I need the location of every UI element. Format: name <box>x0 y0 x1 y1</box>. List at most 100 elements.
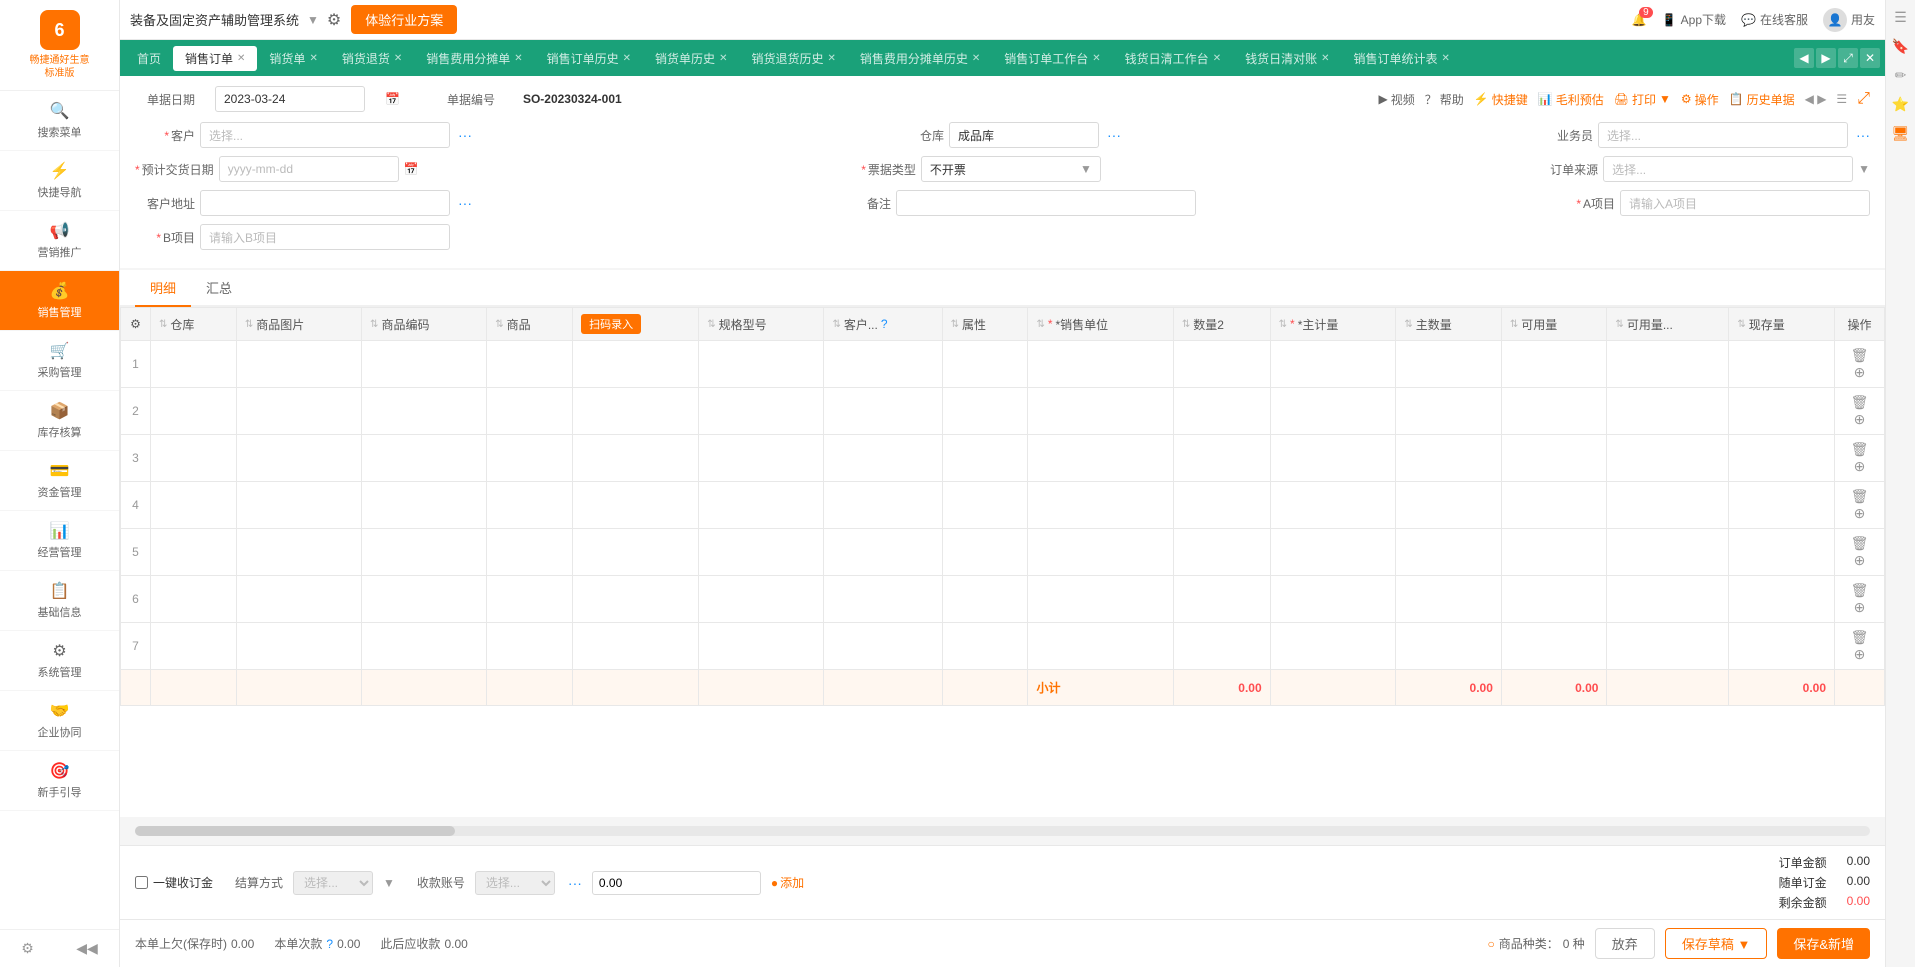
print-action[interactable]: 🖨 打印 ▼ <box>1614 91 1671 108</box>
row-copy-btn[interactable]: ⊕ <box>1851 646 1869 663</box>
history-action[interactable]: 📋 历史单据 <box>1729 91 1795 108</box>
row-code[interactable] <box>362 623 487 670</box>
a-project-field[interactable]: 请输入A项目 <box>1620 190 1870 216</box>
tab-shipment-history[interactable]: 销货单历史 ✕ <box>643 46 739 71</box>
row-code[interactable] <box>362 435 487 482</box>
tab-home[interactable]: 首页 <box>125 46 173 71</box>
tab-sales-expense[interactable]: 销售费用分摊单 ✕ <box>414 46 534 71</box>
tab-prev-btn[interactable]: ◀ <box>1794 48 1814 68</box>
row-main-qty[interactable] <box>1396 435 1502 482</box>
row-copy-btn[interactable]: ⊕ <box>1851 552 1869 569</box>
sidebar-item-system[interactable]: ⚙ 系统管理 <box>0 631 119 691</box>
row-image[interactable] <box>236 576 361 623</box>
scrollbar-thumb[interactable] <box>135 826 455 836</box>
order-source-dropdown[interactable]: ▼ <box>1858 162 1870 176</box>
view-action[interactable]: ▶ 视频 <box>1379 91 1415 108</box>
row-warehouse[interactable] <box>151 341 237 388</box>
row-image[interactable] <box>236 435 361 482</box>
row-code[interactable] <box>362 576 487 623</box>
customer-more-btn[interactable]: ··· <box>458 127 472 143</box>
row-unit[interactable] <box>1028 388 1173 435</box>
save-draft-dropdown-icon[interactable]: ▼ <box>1737 937 1750 952</box>
row-customer-code[interactable] <box>824 623 942 670</box>
tab-sales-report-close[interactable]: ✕ <box>1442 53 1450 64</box>
add-deposit-btn[interactable]: ● 添加 <box>771 874 804 891</box>
b-project-field[interactable]: 请输入B项目 <box>200 224 450 250</box>
delivery-field[interactable]: yyyy-mm-dd <box>219 156 399 182</box>
right-panel-btn-4[interactable]: ⭐ <box>1889 92 1913 116</box>
tab-daily-reconcile-close[interactable]: ✕ <box>1321 53 1329 64</box>
tab-close-all-btn[interactable]: ✕ <box>1860 48 1880 68</box>
sort-icon[interactable]: ⇅ <box>1279 319 1287 330</box>
row-customer-code[interactable] <box>824 529 942 576</box>
row-spec[interactable] <box>699 341 824 388</box>
row-product[interactable] <box>487 435 573 482</box>
row-main-unit[interactable] <box>1270 435 1396 482</box>
tab-order-workbench-close[interactable]: ✕ <box>1092 53 1100 64</box>
tab-expand-btn[interactable]: ⤢ <box>1838 48 1858 68</box>
row-warehouse[interactable] <box>151 529 237 576</box>
sort-icon[interactable]: ⇅ <box>951 319 959 330</box>
row-main-qty[interactable] <box>1396 388 1502 435</box>
sidebar-item-operations[interactable]: 📊 经营管理 <box>0 511 119 571</box>
row-qty2[interactable] <box>1173 435 1270 482</box>
row-delete-btn[interactable]: 🗑 <box>1848 629 1872 646</box>
warehouse-more-btn[interactable]: ··· <box>1107 127 1121 143</box>
row-main-qty[interactable] <box>1396 341 1502 388</box>
row-code[interactable] <box>362 529 487 576</box>
nav-arrows[interactable]: ◀ ▶ <box>1805 92 1827 106</box>
sidebar-item-search[interactable]: 🔍 搜索菜单 <box>0 91 119 151</box>
save-new-btn[interactable]: 保存&新增 <box>1777 928 1870 959</box>
row-attr[interactable] <box>942 388 1028 435</box>
row-product[interactable] <box>487 341 573 388</box>
tab-daily-clear-close[interactable]: ✕ <box>1213 53 1221 64</box>
staff-field[interactable]: 选择... <box>1598 122 1848 148</box>
row-product[interactable] <box>487 576 573 623</box>
row-main-qty[interactable] <box>1396 576 1502 623</box>
sort-icon[interactable]: ⇅ <box>1615 319 1623 330</box>
row-warehouse[interactable] <box>151 482 237 529</box>
row-main-unit[interactable] <box>1270 388 1396 435</box>
address-field[interactable] <box>200 190 450 216</box>
topbar-settings-icon[interactable]: ⚙ <box>327 10 341 30</box>
address-more-btn[interactable]: ··· <box>458 195 472 211</box>
tab-sales-return-close[interactable]: ✕ <box>394 53 402 64</box>
tab-return-history-close[interactable]: ✕ <box>827 53 835 64</box>
invoice-field[interactable]: 不开票 ▼ <box>921 156 1101 182</box>
row-main-unit[interactable] <box>1270 529 1396 576</box>
tab-sales-shipment[interactable]: 销货单 ✕ <box>257 46 329 71</box>
notification-bell[interactable]: 🔔 9 <box>1632 13 1647 27</box>
tab-daily-clear[interactable]: 钱货日清工作台 ✕ <box>1113 46 1233 71</box>
sort-icon[interactable]: ⇅ <box>495 319 503 330</box>
sidebar-item-enterprise[interactable]: 🤝 企业协同 <box>0 691 119 751</box>
customer-field[interactable]: 选择... <box>200 122 450 148</box>
row-delete-btn[interactable]: 🗑 <box>1848 535 1872 552</box>
row-warehouse[interactable] <box>151 388 237 435</box>
sidebar-item-basic[interactable]: 📋 基础信息 <box>0 571 119 631</box>
sidebar-item-sales[interactable]: 💰 销售管理 <box>0 271 119 331</box>
row-product[interactable] <box>487 529 573 576</box>
row-qty2[interactable] <box>1173 529 1270 576</box>
sidebar-item-purchase[interactable]: 🛒 采购管理 <box>0 331 119 391</box>
row-attr[interactable] <box>942 482 1028 529</box>
layout-icon[interactable]: ☰ <box>1836 92 1847 106</box>
deposit-amount-input[interactable] <box>592 871 761 895</box>
profit-action[interactable]: 📊 毛利预估 <box>1538 91 1604 108</box>
scan-btn[interactable]: 扫码录入 <box>581 314 641 334</box>
col-settings[interactable]: ⚙ <box>121 308 151 341</box>
app-download[interactable]: 📱 App下载 <box>1662 11 1726 28</box>
row-code[interactable] <box>362 341 487 388</box>
row-attr[interactable] <box>942 435 1028 482</box>
row-qty2[interactable] <box>1173 388 1270 435</box>
sort-icon[interactable]: ⇅ <box>832 319 840 330</box>
sort-icon[interactable]: ⇅ <box>707 319 715 330</box>
row-unit[interactable] <box>1028 341 1173 388</box>
sort-icon[interactable]: ⇅ <box>245 319 253 330</box>
row-product[interactable] <box>487 623 573 670</box>
row-code[interactable] <box>362 388 487 435</box>
warehouse-field[interactable]: 成品库 <box>949 122 1099 148</box>
scrollbar-track[interactable] <box>135 826 1870 836</box>
staff-more-btn[interactable]: ··· <box>1856 127 1870 143</box>
row-spec[interactable] <box>699 529 824 576</box>
row-spec[interactable] <box>699 388 824 435</box>
